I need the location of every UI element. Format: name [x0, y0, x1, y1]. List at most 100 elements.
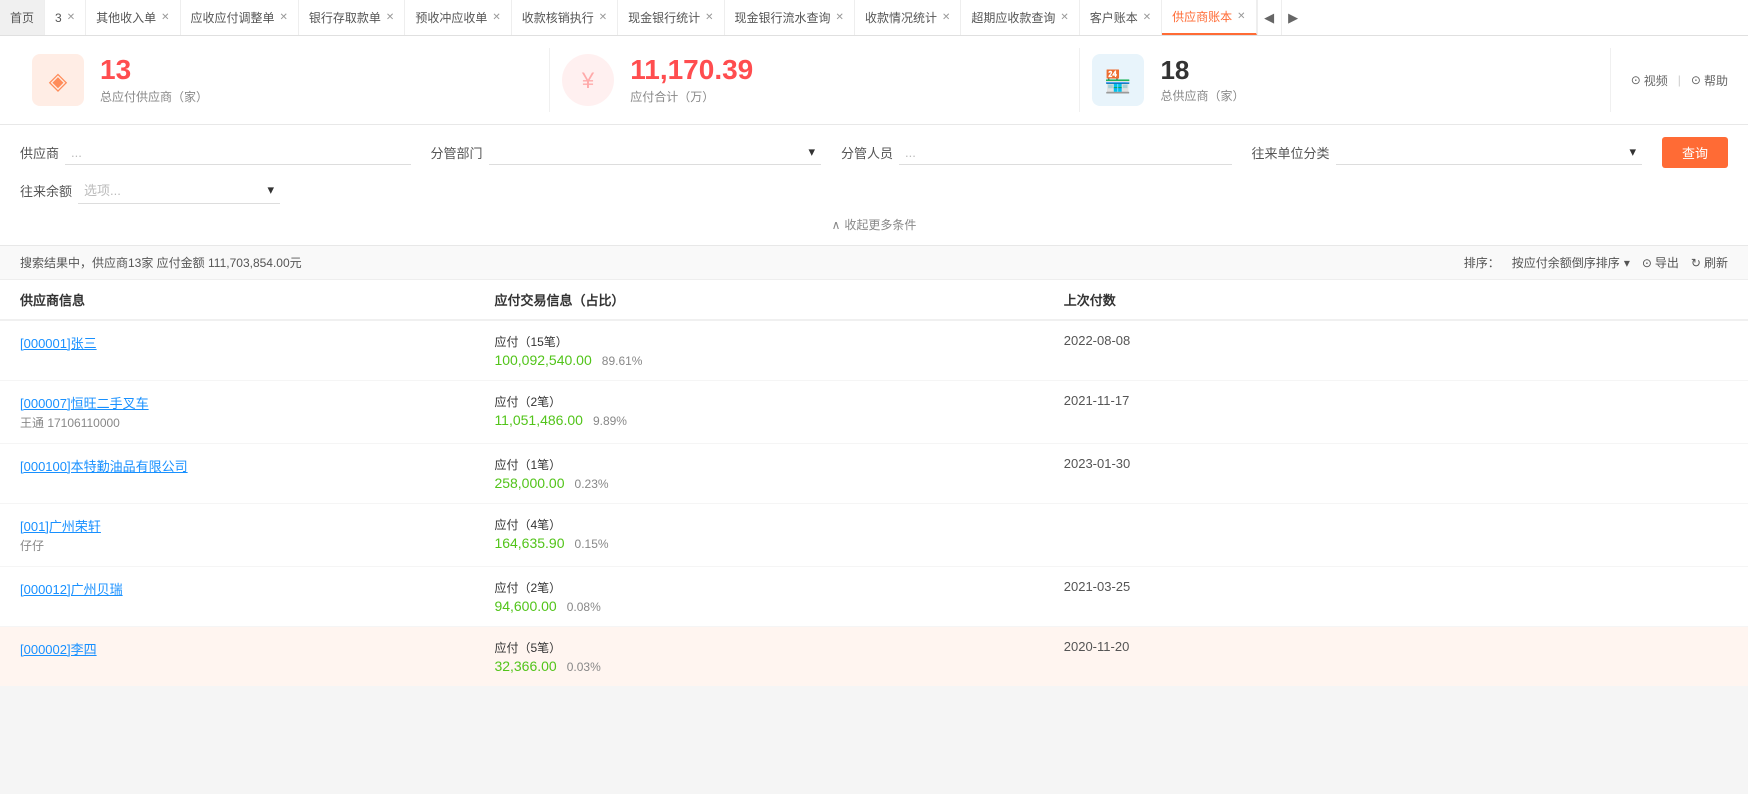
nav-tab-cash-bank-stat[interactable]: 现金银行统计 ✕ — [618, 0, 724, 35]
nav-tab-supplier-account[interactable]: 供应商账本 ✕ — [1162, 0, 1256, 35]
close-icon[interactable]: ✕ — [599, 12, 607, 23]
stat-total-suppliers: 🏪 18 总供应商（家） — [1080, 48, 1610, 112]
close-icon[interactable]: ✕ — [1143, 12, 1151, 23]
person-label: 分管人员 — [841, 143, 893, 162]
nav-tab-home[interactable]: 首页 — [0, 0, 45, 35]
top-navigation: 首页 3 ✕ 其他收入单 ✕ 应收应付调整单 ✕ 银行存取款单 ✕ 预收冲应收单… — [0, 0, 1748, 36]
nav-tab-ap-adjust[interactable]: 应收应付调整单 ✕ — [181, 0, 299, 35]
payable-total-label: 应付合计（万） — [630, 88, 753, 105]
nav-prev-button[interactable]: ◀ — [1257, 0, 1281, 35]
supplier-col-2: [000007]恒旺二手叉车 王通 17106110000 — [20, 393, 494, 431]
supplier-col-1: [000001]张三 — [20, 333, 494, 352]
close-icon[interactable]: ✕ — [386, 12, 394, 23]
nav-tab-collect-stat[interactable]: 收款情况统计 ✕ — [855, 0, 961, 35]
category-label: 往来单位分类 — [1252, 143, 1330, 162]
table-header: 供应商信息 应付交易信息（占比） 上次付数 — [0, 280, 1748, 321]
dept-label: 分管部门 — [431, 143, 483, 162]
supplier-col-4: [001]广州荣轩 仔仔 — [20, 516, 494, 554]
sort-select[interactable]: 按应付余额倒序排序 ▾ — [1512, 254, 1630, 271]
export-button[interactable]: ⊙ 导出 — [1642, 254, 1679, 271]
table-row: [000007]恒旺二手叉车 王通 17106110000 应付（2笔） 11,… — [0, 381, 1748, 444]
transaction-col-3: 应付（1笔） 258,000.00 0.23% — [494, 456, 1063, 491]
payable-supplier-icon: ◈ — [30, 52, 86, 108]
person-input[interactable] — [899, 141, 1231, 165]
nav-tab-customer-account[interactable]: 客户账本 ✕ — [1080, 0, 1162, 35]
query-button[interactable]: 查询 — [1662, 137, 1728, 168]
data-table: 供应商信息 应付交易信息（占比） 上次付数 [000001]张三 应付（15笔）… — [0, 280, 1748, 687]
filter-category: 往来单位分类 ▾ — [1252, 140, 1643, 165]
nav-tab-bank-deposit[interactable]: 银行存取款单 ✕ — [299, 0, 405, 35]
lastpay-col-6: 2020-11-20 — [1064, 639, 1444, 654]
supplier-col-6: [000002]李四 — [20, 639, 494, 658]
transaction-col-4: 应付（4笔） 164,635.90 0.15% — [494, 516, 1063, 551]
collapse-row: ∧ 收起更多条件 — [20, 212, 1728, 237]
transaction-col-6: 应付（5笔） 32,366.00 0.03% — [494, 639, 1063, 674]
sort-area: 排序： 按应付余额倒序排序 ▾ ⊙ 导出 ↻ 刷新 — [1464, 254, 1728, 271]
svg-text:◈: ◈ — [49, 68, 68, 95]
export-icon: ⊙ — [1642, 256, 1652, 270]
nav-tab-overdue-query[interactable]: 超期应收款查询 ✕ — [961, 0, 1079, 35]
supplier-sub-2: 王通 17106110000 — [20, 414, 494, 431]
payable-total-number: 11,170.39 — [630, 55, 753, 86]
table-row: [001]广州荣轩 仔仔 应付（4笔） 164,635.90 0.15% — [0, 504, 1748, 567]
close-icon[interactable]: ✕ — [1060, 12, 1068, 23]
nav-tab-advance-collect[interactable]: 预收冲应收单 ✕ — [405, 0, 511, 35]
help-link[interactable]: ⊙ 帮助 — [1691, 72, 1728, 89]
balance-label: 往来余额 — [20, 181, 72, 200]
refresh-icon: ↻ — [1691, 256, 1701, 270]
total-suppliers-number: 18 — [1160, 56, 1244, 85]
close-icon[interactable]: ✕ — [492, 12, 500, 23]
payable-total-icon: ¥ — [560, 52, 616, 108]
filter-area: 供应商 分管部门 ▾ 分管人员 往来单位分类 ▾ 查询 往来余额 选项 — [0, 125, 1748, 246]
stat-total-suppliers-info: 18 总供应商（家） — [1160, 56, 1244, 104]
close-icon[interactable]: ✕ — [836, 12, 844, 23]
table-row: [000100]本特勤油品有限公司 应付（1笔） 258,000.00 0.23… — [0, 444, 1748, 504]
filter-balance: 往来余额 选项... ▾ — [20, 176, 280, 204]
close-icon[interactable]: ✕ — [1237, 11, 1245, 22]
nav-tab-collect-verify[interactable]: 收款核销执行 ✕ — [512, 0, 618, 35]
close-icon[interactable]: ✕ — [705, 12, 713, 23]
table-row: [000001]张三 应付（15笔） 100,092,540.00 89.61%… — [0, 321, 1748, 381]
stat-payable-suppliers: ◈ 13 总应付供应商（家） — [20, 48, 550, 112]
stat-payable-suppliers-info: 13 总应付供应商（家） — [100, 55, 208, 105]
nav-tab-cash-bank-flow[interactable]: 现金银行流水查询 ✕ — [725, 0, 855, 35]
video-icon: ⊙ — [1631, 73, 1641, 87]
svg-text:🏪: 🏪 — [1105, 69, 1132, 94]
transaction-col-1: 应付（15笔） 100,092,540.00 89.61% — [494, 333, 1063, 368]
stat-payable-total: ¥ 11,170.39 应付合计（万） — [550, 48, 1080, 112]
supplier-link-3[interactable]: [000100]本特勤油品有限公司 — [20, 459, 188, 474]
supplier-link-5[interactable]: [000012]广州贝瑞 — [20, 582, 123, 597]
supplier-link-1[interactable]: [000001]张三 — [20, 336, 97, 351]
lastpay-col-5: 2021-03-25 — [1064, 579, 1444, 594]
filter-dept: 分管部门 ▾ — [431, 140, 822, 165]
video-link[interactable]: ⊙ 视频 — [1631, 72, 1668, 89]
table-row: [000012]广州贝瑞 应付（2笔） 94,600.00 0.08% 2021… — [0, 567, 1748, 627]
close-icon[interactable]: ✕ — [67, 12, 75, 23]
supplier-input[interactable] — [65, 141, 410, 165]
stat-payable-total-info: 11,170.39 应付合计（万） — [630, 55, 753, 105]
category-select[interactable]: ▾ — [1336, 140, 1642, 165]
filter-row-2: 往来余额 选项... ▾ — [20, 176, 1728, 204]
close-icon[interactable]: ✕ — [161, 12, 169, 23]
close-icon[interactable]: ✕ — [280, 12, 288, 23]
close-icon[interactable]: ✕ — [942, 12, 950, 23]
filter-supplier: 供应商 — [20, 141, 411, 165]
supplier-link-4[interactable]: [001]广州荣轩 — [20, 519, 101, 534]
balance-dropdown-icon: ▾ — [267, 182, 274, 198]
lastpay-col-1: 2022-08-08 — [1064, 333, 1444, 348]
supplier-link-6[interactable]: [000002]李四 — [20, 642, 97, 657]
nav-tab-other-income[interactable]: 其他收入单 ✕ — [86, 0, 180, 35]
dept-select[interactable]: ▾ — [489, 140, 821, 165]
dept-dropdown-icon: ▾ — [808, 144, 815, 160]
supplier-link-2[interactable]: [000007]恒旺二手叉车 — [20, 396, 149, 411]
nav-next-button[interactable]: ▶ — [1281, 0, 1305, 35]
header-supplier-info: 供应商信息 — [20, 290, 494, 309]
balance-select[interactable]: 选项... ▾ — [78, 176, 280, 204]
help-icon: ⊙ — [1691, 73, 1701, 87]
sort-label: 排序： — [1464, 254, 1500, 271]
payable-suppliers-label: 总应付供应商（家） — [100, 88, 208, 105]
collapse-button[interactable]: ∧ 收起更多条件 — [832, 216, 917, 233]
nav-tab-3[interactable]: 3 ✕ — [45, 0, 86, 35]
refresh-button[interactable]: ↻ 刷新 — [1691, 254, 1728, 271]
header-last-payment: 上次付数 — [1064, 290, 1444, 309]
